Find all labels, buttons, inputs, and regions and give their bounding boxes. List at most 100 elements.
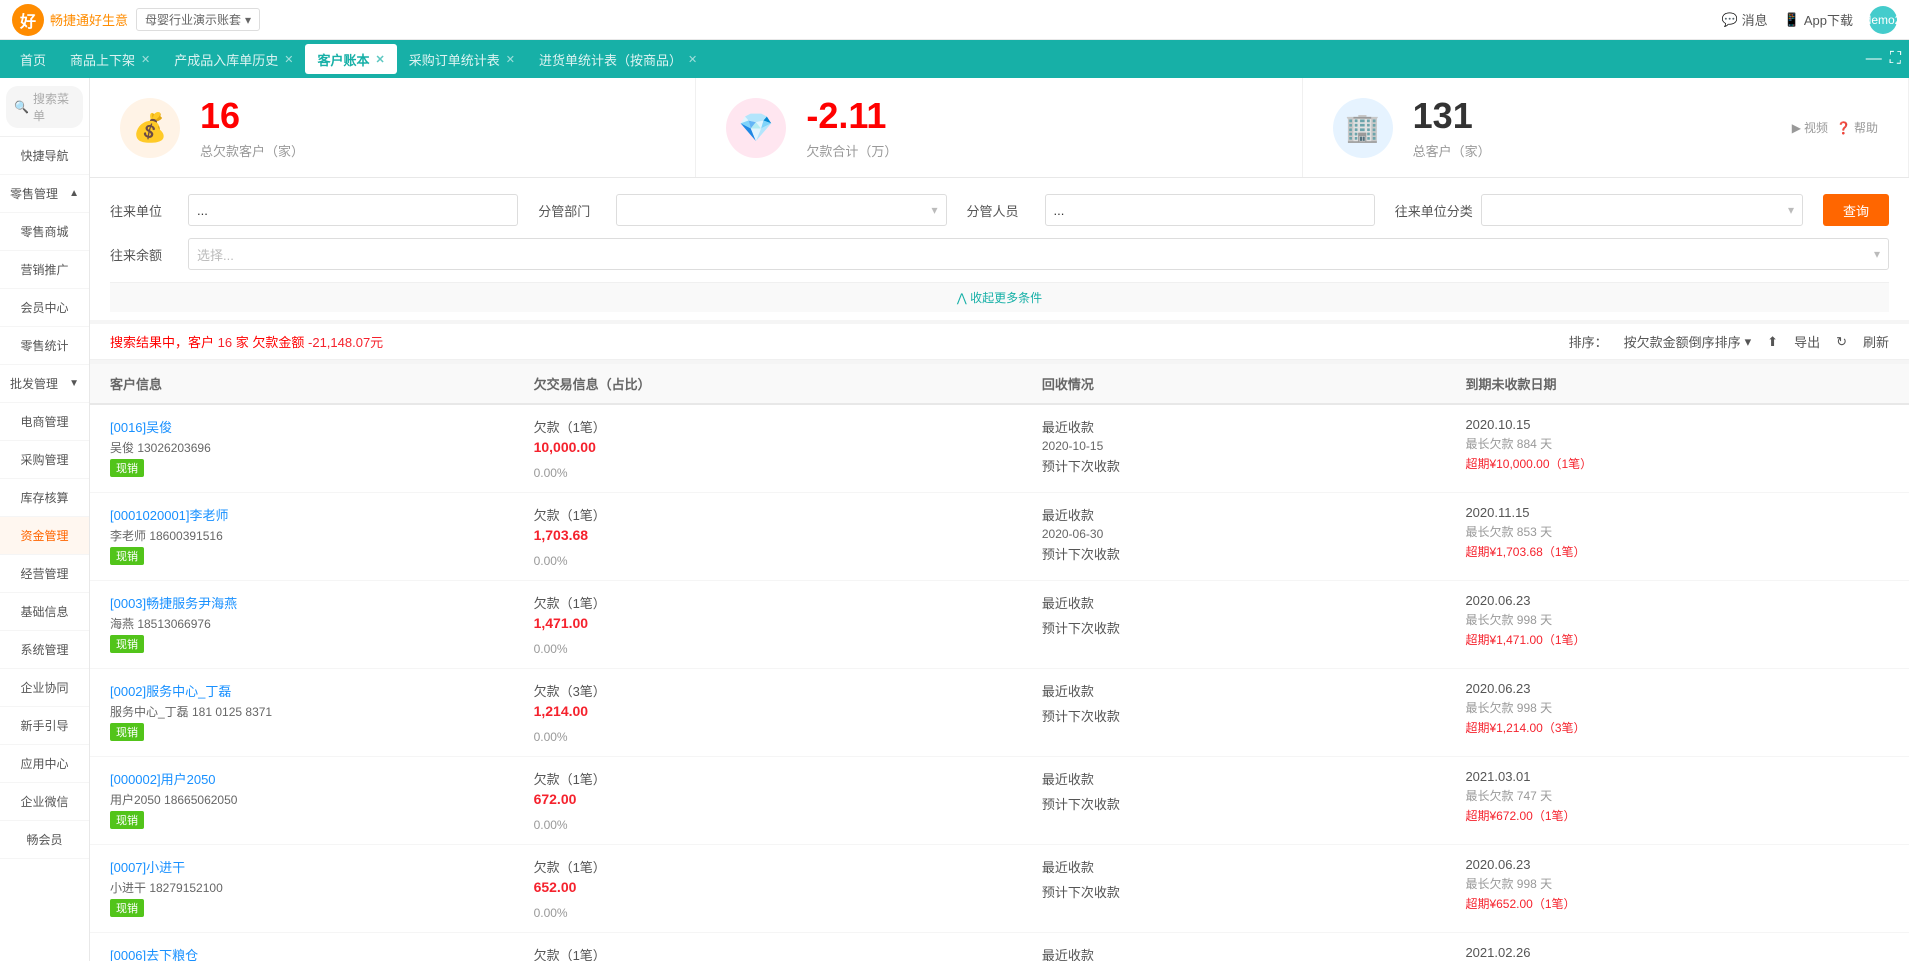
due-info-0: 2020.10.15 最长欠款 884 天 超期¥10,000.00（1笔） <box>1465 417 1889 480</box>
sidebar-item-retail-mall-label: 零售商城 <box>20 223 68 240</box>
from-unit-input[interactable]: ... <box>188 194 518 226</box>
dept-input[interactable]: ▾ <box>616 194 946 226</box>
overdue-link-4[interactable]: 超期¥672.00（1笔） <box>1465 807 1889 824</box>
customer-name-5[interactable]: [0007]小进干 <box>110 857 534 876</box>
debt-percent-4: 0.00% <box>534 818 1042 832</box>
sort-label: 排序： <box>1569 332 1608 351</box>
collection-next-label-1: 预计下次收款 <box>1042 544 1466 563</box>
customer-name-3[interactable]: [0002]服务中心_丁磊 <box>110 681 534 700</box>
sidebar-item-operations[interactable]: 经营管理 <box>0 555 89 593</box>
customer-name-4[interactable]: [000002]用户2050 <box>110 769 534 788</box>
customer-info-3: [0002]服务中心_丁磊 服务中心_丁磊 181 0125 8371 现销 <box>110 681 534 744</box>
data-table: 客户信息 欠交易信息（占比） 回收情况 到期未收款日期 [0016]吴俊 吴俊 … <box>90 364 1909 961</box>
tab-product-shelf[interactable]: 商品上下架 ✕ <box>58 44 162 74</box>
due-info-3: 2020.06.23 最长欠款 998 天 超期¥1,214.00（3笔） <box>1465 681 1889 744</box>
overdue-link-1[interactable]: 超期¥1,703.68（1笔） <box>1465 543 1889 560</box>
tab-minimize-icon[interactable]: — <box>1866 50 1882 68</box>
tab-purchase-summary[interactable]: 采购订单统计表 ✕ <box>397 44 527 74</box>
tab-goods-summary[interactable]: 进货单统计表（按商品） ✕ <box>527 44 709 74</box>
sidebar-item-enterprise[interactable]: 企业协同 <box>0 669 89 707</box>
person-input[interactable]: ... <box>1045 194 1375 226</box>
customer-info-5: [0007]小进干 小进干 18279152100 现销 <box>110 857 534 920</box>
customer-name-6[interactable]: [0006]去下粮仓 <box>110 945 534 961</box>
sidebar-item-ecommerce-label: 电商管理 <box>20 413 68 430</box>
sidebar-item-marketing[interactable]: 营销推广 <box>0 251 89 289</box>
tab-home[interactable]: 首页 <box>8 44 58 74</box>
tab-production-history-close[interactable]: ✕ <box>284 53 293 66</box>
overdue-link-0[interactable]: 超期¥10,000.00（1笔） <box>1465 455 1889 472</box>
tab-purchase-summary-close[interactable]: ✕ <box>506 53 515 66</box>
collection-latest-label-4: 最近收款 <box>1042 769 1466 788</box>
sidebar-item-purchase[interactable]: 采购管理 <box>0 441 89 479</box>
sidebar-item-retail-mgmt-label: 零售管理 <box>10 185 58 202</box>
tab-product-shelf-close[interactable]: ✕ <box>141 53 150 66</box>
sidebar-item-inventory[interactable]: 库存核算 <box>0 479 89 517</box>
from-unit-dots: ... <box>197 203 208 218</box>
message-button[interactable]: 💬 消息 <box>1721 10 1767 29</box>
sidebar-item-ecommerce[interactable]: 电商管理 <box>0 403 89 441</box>
stat-label-debtor: 总欠款客户（家） <box>200 141 304 160</box>
overdue-days-4: 最长欠款 747 天 <box>1465 787 1889 804</box>
sidebar-item-basic-info[interactable]: 基础信息 <box>0 593 89 631</box>
sidebar-item-retail-stats[interactable]: 零售统计 <box>0 327 89 365</box>
sidebar-item-wholesale[interactable]: 批发管理 ▼ <box>0 365 89 403</box>
refresh-button[interactable]: 刷新 <box>1863 332 1889 351</box>
customer-name-0[interactable]: [0016]吴俊 <box>110 417 534 436</box>
sort-dropdown-icon: ▾ <box>1745 334 1752 350</box>
collection-latest-label-0: 最近收款 <box>1042 417 1466 436</box>
sidebar-search-box[interactable]: 🔍 搜索菜单 <box>6 86 83 128</box>
sort-selector[interactable]: 按欠款金额倒序排序 ▾ <box>1624 332 1752 351</box>
balance-placeholder: 选择... <box>197 245 234 264</box>
sidebar-item-member[interactable]: 会员中心 <box>0 289 89 327</box>
app-download-button[interactable]: 📱 App下载 <box>1784 10 1853 29</box>
sidebar-item-purchase-label: 采购管理 <box>20 451 68 468</box>
overdue-days-3: 最长欠款 998 天 <box>1465 699 1889 716</box>
sidebar-item-retail-mgmt[interactable]: 零售管理 ▲ <box>0 175 89 213</box>
search-button[interactable]: 查询 <box>1823 194 1889 226</box>
collapse-button[interactable]: ⋀ 收起更多条件 <box>110 282 1889 312</box>
unit-category-label: 往来单位分类 <box>1395 201 1473 220</box>
customer-info-1: [0001020001]李老师 李老师 18600391516 现销 <box>110 505 534 568</box>
customer-name-2[interactable]: [0003]畅捷服务尹海燕 <box>110 593 534 612</box>
export-button[interactable]: 导出 <box>1794 332 1820 351</box>
tab-customer-ledger-close[interactable]: ✕ <box>376 53 385 66</box>
debt-amount-5: 652.00 <box>534 879 1042 895</box>
unit-category-input[interactable]: ▾ <box>1481 194 1803 226</box>
tab-production-history[interactable]: 产成品入库单历史 ✕ <box>162 44 305 74</box>
overdue-link-2[interactable]: 超期¥1,471.00（1笔） <box>1465 631 1889 648</box>
sidebar: 🔍 搜索菜单 快捷导航 零售管理 ▲ 零售商城 营销推广 会员中心 零售统计 批… <box>0 78 90 961</box>
balance-input[interactable]: 选择... ▾ <box>188 238 1889 270</box>
sidebar-item-wechat-work[interactable]: 企业微信 <box>0 783 89 821</box>
tab-goods-summary-close[interactable]: ✕ <box>688 53 697 66</box>
sidebar-item-newbie[interactable]: 新手引导 <box>0 707 89 745</box>
sidebar-item-finance[interactable]: 资金管理 <box>0 517 89 555</box>
tab-maximize-icon[interactable]: ⛶ <box>1890 50 1901 68</box>
table-header: 客户信息 欠交易信息（占比） 回收情况 到期未收款日期 <box>90 364 1909 405</box>
company-selector[interactable]: 母婴行业演示账套 ▾ <box>136 8 260 31</box>
debt-info-6: 欠款（1笔） 455.90 0.00% <box>534 945 1042 961</box>
result-info: 搜索结果中，客户 16 家 欠款金额 -21,148.07元 <box>110 332 383 351</box>
collection-info-6: 最近收款 预计下次收款 <box>1042 945 1466 961</box>
sidebar-item-system[interactable]: 系统管理 <box>0 631 89 669</box>
overdue-link-5[interactable]: 超期¥652.00（1笔） <box>1465 895 1889 912</box>
tab-customer-ledger[interactable]: 客户账本 ✕ <box>305 44 396 74</box>
dept-dropdown-icon: ▾ <box>931 203 937 217</box>
debt-amount-3: 1,214.00 <box>534 703 1042 719</box>
top-bar: 好 畅捷通好生意 母婴行业演示账套 ▾ 💬 消息 📱 App下载 demo2 <box>0 0 1909 40</box>
col-header-customer: 客户信息 <box>110 374 534 393</box>
sidebar-item-quick-nav[interactable]: 快捷导航 <box>0 137 89 175</box>
sidebar-item-app-center[interactable]: 应用中心 <box>0 745 89 783</box>
view-video-button[interactable]: ▶ 视频 <box>1792 119 1828 136</box>
sidebar-item-retail-mall[interactable]: 零售商城 <box>0 213 89 251</box>
help-button[interactable]: ❓ 帮助 <box>1836 119 1878 136</box>
stat-card-debt-total: 💎 -2.11 欠款合计（万） <box>696 78 1302 177</box>
company-name: 母婴行业演示账套 <box>145 11 241 28</box>
dept-label: 分管部门 <box>538 201 608 220</box>
debt-amount-2: 1,471.00 <box>534 615 1042 631</box>
avatar[interactable]: demo2 <box>1869 6 1897 34</box>
customer-name-1[interactable]: [0001020001]李老师 <box>110 505 534 524</box>
table-row: [0003]畅捷服务尹海燕 海燕 18513066976 现销 欠款（1笔） 1… <box>90 581 1909 669</box>
tab-production-history-label: 产成品入库单历史 <box>174 50 278 69</box>
sidebar-item-vip[interactable]: 畅会员 <box>0 821 89 859</box>
overdue-link-3[interactable]: 超期¥1,214.00（3笔） <box>1465 719 1889 736</box>
